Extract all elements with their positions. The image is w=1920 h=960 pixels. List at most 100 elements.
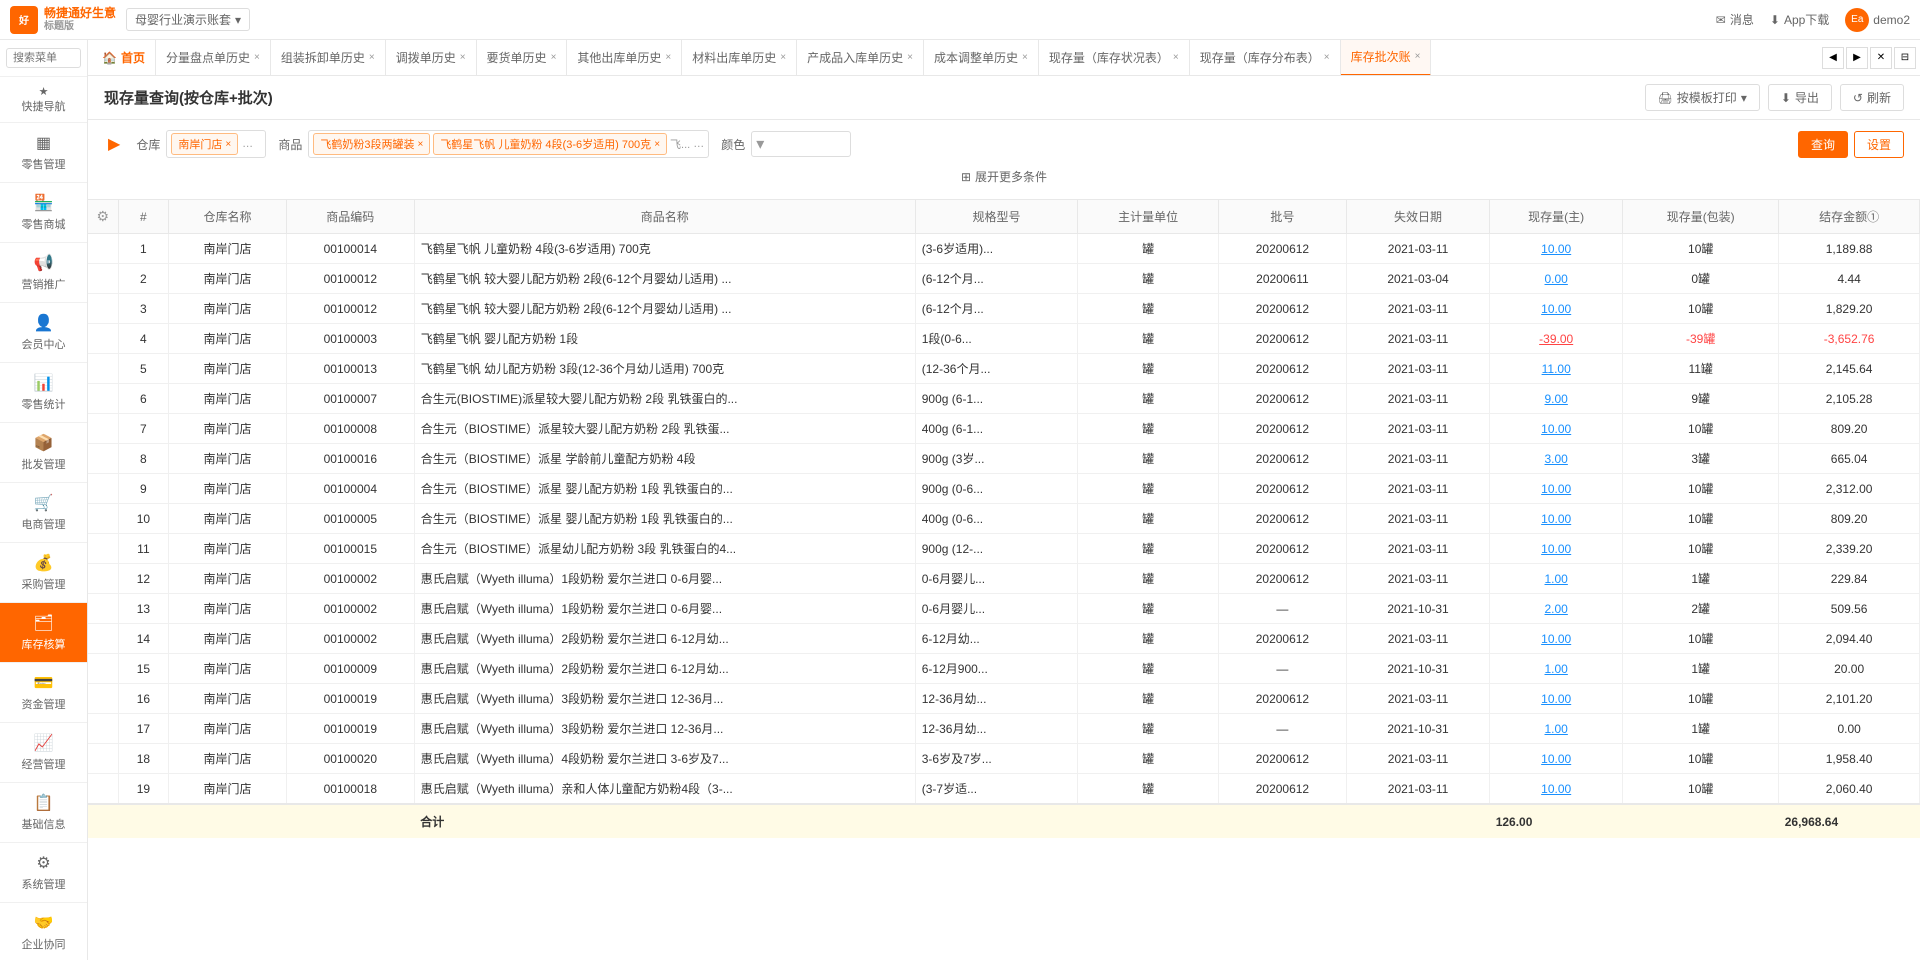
row-unit: 罐 bbox=[1078, 384, 1219, 414]
search-input[interactable] bbox=[6, 48, 81, 68]
col-stock-main: 现存量(主) bbox=[1490, 200, 1623, 234]
sidebar-item-inventory[interactable]: 🗂 库存核算 bbox=[0, 603, 87, 663]
row-unit: 罐 bbox=[1078, 414, 1219, 444]
row-stock-main[interactable]: 10.00 bbox=[1490, 534, 1623, 564]
settings-button[interactable]: 设置 bbox=[1854, 131, 1904, 158]
row-stock-main[interactable]: 1.00 bbox=[1490, 714, 1623, 744]
row-balance: 20.00 bbox=[1779, 654, 1920, 684]
tab-disassemble[interactable]: 组装拆卸单历史 × bbox=[271, 40, 386, 76]
quick-nav[interactable]: ★ 快捷导航 bbox=[0, 77, 87, 123]
sidebar-item-purchase[interactable]: 💰 采购管理 bbox=[0, 543, 87, 603]
sidebar-item-operations[interactable]: 📈 经营管理 bbox=[0, 723, 87, 783]
row-warehouse: 南岸门店 bbox=[169, 534, 287, 564]
tab-requisition[interactable]: 要货单历史 × bbox=[477, 40, 568, 76]
tab-menu-button[interactable]: ⊟ bbox=[1894, 47, 1916, 69]
expand-label: 展开更多条件 bbox=[975, 168, 1047, 185]
product-tag-2-close[interactable]: × bbox=[654, 139, 660, 150]
tab-transfer[interactable]: 调拨单历史 × bbox=[386, 40, 477, 76]
row-name: 惠氏启赋（Wyeth illuma）1段奶粉 爱尔兰进口 0-6月婴... bbox=[414, 594, 915, 624]
tab-home[interactable]: 🏠 首页 bbox=[92, 40, 156, 76]
row-stock-main[interactable]: 10.00 bbox=[1490, 414, 1623, 444]
row-stock-main[interactable]: 10.00 bbox=[1490, 474, 1623, 504]
tab-stock-dist[interactable]: 现存量（库存分布表） × bbox=[1190, 40, 1341, 76]
query-button[interactable]: 查询 bbox=[1798, 131, 1848, 158]
home-icon: 🏠 bbox=[102, 51, 117, 65]
sidebar-item-marketing[interactable]: 📢 营销推广 bbox=[0, 243, 87, 303]
row-spec: 3-6岁及7岁... bbox=[915, 744, 1078, 774]
warehouse-tag-close[interactable]: × bbox=[225, 139, 231, 150]
row-stock-main[interactable]: -39.00 bbox=[1490, 324, 1623, 354]
sidebar-label-basic: 基础信息 bbox=[22, 816, 66, 832]
row-stock-main[interactable]: 11.00 bbox=[1490, 354, 1623, 384]
row-stock-main[interactable]: 10.00 bbox=[1490, 774, 1623, 805]
tab-product-in-label: 产成品入库单历史 bbox=[807, 49, 903, 66]
export-button[interactable]: ⬇ 导出 bbox=[1768, 84, 1832, 111]
row-index: 9 bbox=[118, 474, 169, 504]
refresh-button[interactable]: ↺ 刷新 bbox=[1840, 84, 1904, 111]
sidebar-item-system[interactable]: ⚙ 系统管理 bbox=[0, 843, 87, 903]
tab-disassemble-close[interactable]: × bbox=[369, 52, 375, 63]
tab-split-inventory[interactable]: 分量盘点单历史 × bbox=[156, 40, 271, 76]
tab-transfer-close[interactable]: × bbox=[460, 52, 466, 63]
row-stock-main[interactable]: 3.00 bbox=[1490, 444, 1623, 474]
sidebar-item-retail[interactable]: ▦ 零售管理 bbox=[0, 123, 87, 183]
tab-other-out-close[interactable]: × bbox=[665, 52, 671, 63]
row-spec: 12-36月幼... bbox=[915, 714, 1078, 744]
tab-other-out-label: 其他出库单历史 bbox=[577, 49, 661, 66]
page-header: 现存量查询(按仓库+批次) 🖨 按模板打印 ▾ ⬇ 导出 ↺ 刷新 bbox=[88, 76, 1920, 120]
sidebar-item-retail-stats[interactable]: 📊 零售统计 bbox=[0, 363, 87, 423]
product-tag-2-value: 飞鹤星飞帆 儿童奶粉 4段(3-6岁适用) 700克 bbox=[440, 136, 651, 152]
filter-expand-arrow[interactable]: ▶ bbox=[104, 134, 124, 154]
tab-split-inventory-close[interactable]: × bbox=[254, 52, 260, 63]
row-warehouse: 南岸门店 bbox=[169, 444, 287, 474]
row-stock-main[interactable]: 9.00 bbox=[1490, 384, 1623, 414]
row-stock-main[interactable]: 1.00 bbox=[1490, 564, 1623, 594]
tab-stock-dist-close[interactable]: × bbox=[1324, 52, 1330, 63]
tab-close-button[interactable]: ✕ bbox=[1870, 47, 1892, 69]
row-stock-main[interactable]: 10.00 bbox=[1490, 504, 1623, 534]
tab-batch-voucher-close[interactable]: × bbox=[1415, 51, 1421, 62]
row-code: 00100007 bbox=[286, 384, 414, 414]
row-stock-main[interactable]: 10.00 bbox=[1490, 234, 1623, 264]
footer-index bbox=[118, 804, 169, 838]
tab-material-out-close[interactable]: × bbox=[780, 52, 786, 63]
tab-batch-voucher[interactable]: 库存批次账 × bbox=[1341, 40, 1432, 76]
row-stock-main[interactable]: 10.00 bbox=[1490, 624, 1623, 654]
tab-prev-button[interactable]: ◀ bbox=[1822, 47, 1844, 69]
sidebar-item-basic[interactable]: 📋 基础信息 bbox=[0, 783, 87, 843]
row-stock-main[interactable]: 10.00 bbox=[1490, 744, 1623, 774]
row-stock-main[interactable]: 10.00 bbox=[1490, 684, 1623, 714]
messages-button[interactable]: ✉ 消息 bbox=[1716, 11, 1754, 28]
row-stock-main[interactable]: 0.00 bbox=[1490, 264, 1623, 294]
sidebar-item-wholesale[interactable]: 📦 批发管理 bbox=[0, 423, 87, 483]
expand-btn[interactable]: ⊞ 展开更多条件 bbox=[953, 164, 1055, 189]
row-stock-main[interactable]: 2.00 bbox=[1490, 594, 1623, 624]
tab-stock-status-close[interactable]: × bbox=[1173, 52, 1179, 63]
tab-material-out[interactable]: 材料出库单历史 × bbox=[682, 40, 797, 76]
table-settings-icon[interactable]: ⚙ bbox=[96, 208, 109, 224]
sidebar-item-member[interactable]: 👤 会员中心 bbox=[0, 303, 87, 363]
color-dropdown-arrow[interactable]: ▾ bbox=[756, 134, 764, 154]
tab-next-button[interactable]: ▶ bbox=[1846, 47, 1868, 69]
product-tag-1: 飞鹤奶粉3段两罐装 × bbox=[313, 133, 430, 155]
tab-other-out[interactable]: 其他出库单历史 × bbox=[567, 40, 682, 76]
tab-cost-adjust-close[interactable]: × bbox=[1022, 52, 1028, 63]
app-download-button[interactable]: ⬇ App下载 bbox=[1770, 11, 1829, 28]
tab-requisition-close[interactable]: × bbox=[551, 52, 557, 63]
sidebar-item-corp[interactable]: 🤝 企业协同 bbox=[0, 903, 87, 960]
tab-product-in[interactable]: 产成品入库单历史 × bbox=[797, 40, 924, 76]
product-tag-1-close[interactable]: × bbox=[417, 139, 423, 150]
row-warehouse: 南岸门店 bbox=[169, 234, 287, 264]
user-avatar[interactable]: Ea demo2 bbox=[1845, 8, 1910, 32]
sidebar-item-ecom[interactable]: 🛒 电商管理 bbox=[0, 483, 87, 543]
row-stock-main[interactable]: 10.00 bbox=[1490, 294, 1623, 324]
row-stock-main[interactable]: 1.00 bbox=[1490, 654, 1623, 684]
print-button[interactable]: 🖨 按模板打印 ▾ bbox=[1645, 84, 1760, 111]
tab-stock-status[interactable]: 现存量（库存状况表） × bbox=[1039, 40, 1190, 76]
tab-product-in-close[interactable]: × bbox=[907, 52, 913, 63]
company-select[interactable]: 母婴行业演示账套 ▾ bbox=[126, 8, 250, 31]
row-name: 合生元（BIOSTIME）派星 学龄前儿童配方奶粉 4段 bbox=[414, 444, 915, 474]
tab-cost-adjust[interactable]: 成本调整单历史 × bbox=[924, 40, 1039, 76]
sidebar-item-retail-shop[interactable]: 🏪 零售商城 bbox=[0, 183, 87, 243]
sidebar-item-finance[interactable]: 💳 资金管理 bbox=[0, 663, 87, 723]
